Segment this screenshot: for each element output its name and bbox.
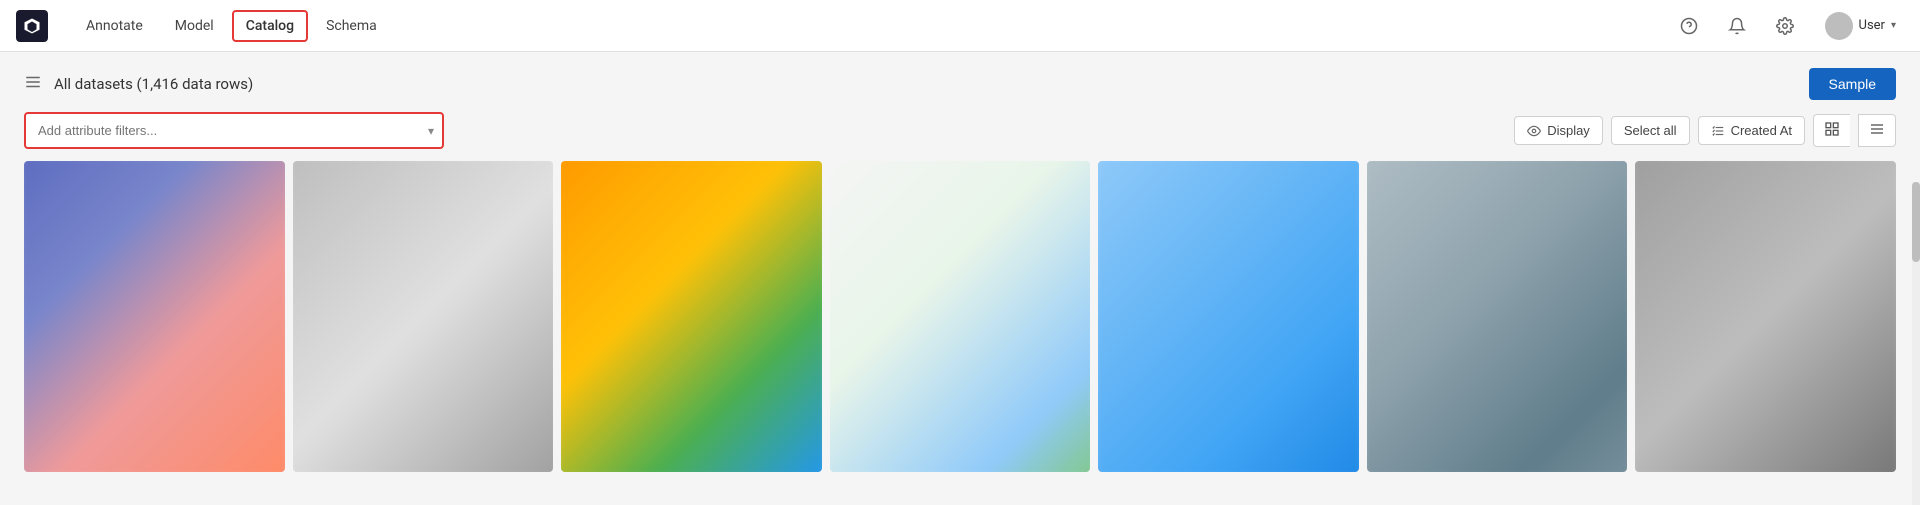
list-icon <box>1869 121 1885 137</box>
nav-annotate[interactable]: Annotate <box>72 10 157 42</box>
nav-links: Annotate Model Catalog Schema <box>72 10 1673 42</box>
list-item[interactable] <box>1098 161 1359 472</box>
created-at-button[interactable]: Created At <box>1698 116 1805 145</box>
sort-icon <box>1711 124 1725 138</box>
list-item[interactable] <box>830 161 1091 472</box>
header-left: All datasets (1,416 data rows) <box>24 73 253 95</box>
nav-schema[interactable]: Schema <box>312 10 391 42</box>
nav-catalog[interactable]: Catalog <box>232 10 308 42</box>
grid-icon <box>1824 121 1840 137</box>
chevron-down-icon: ▾ <box>1891 20 1896 31</box>
filter-row: ▾ Display Select all <box>24 112 1896 149</box>
eye-icon <box>1527 124 1541 138</box>
created-at-label: Created At <box>1731 123 1792 138</box>
view-list-button[interactable] <box>1858 114 1896 147</box>
list-item[interactable] <box>1635 161 1896 472</box>
select-all-button[interactable]: Select all <box>1611 116 1690 145</box>
nav-model[interactable]: Model <box>161 10 228 42</box>
view-grid-button[interactable] <box>1813 114 1850 147</box>
filter-input-wrapper: ▾ <box>24 112 444 149</box>
sample-button[interactable]: Sample <box>1809 68 1896 100</box>
filter-input[interactable] <box>24 112 444 149</box>
content-header: All datasets (1,416 data rows) Sample <box>24 68 1896 100</box>
page-title: All datasets (1,416 data rows) <box>54 75 253 93</box>
image-grid <box>24 161 1896 472</box>
list-item[interactable] <box>1367 161 1628 472</box>
user-name: User <box>1859 18 1885 33</box>
list-item[interactable] <box>24 161 285 472</box>
avatar <box>1825 12 1853 40</box>
user-menu[interactable]: User ▾ <box>1817 8 1904 44</box>
navbar: Annotate Model Catalog Schema <box>0 0 1920 52</box>
scrollbar[interactable] <box>1912 182 1920 505</box>
list-item[interactable] <box>293 161 554 472</box>
menu-icon[interactable] <box>24 73 42 95</box>
app-logo[interactable] <box>16 10 48 42</box>
toolbar-right: Display Select all Created At <box>1514 114 1896 147</box>
help-icon[interactable] <box>1673 10 1705 42</box>
notifications-icon[interactable] <box>1721 10 1753 42</box>
settings-icon[interactable] <box>1769 10 1801 42</box>
list-item[interactable] <box>561 161 822 472</box>
main-content: All datasets (1,416 data rows) Sample ▾ … <box>0 52 1920 505</box>
navbar-right: User ▾ <box>1673 8 1904 44</box>
display-button[interactable]: Display <box>1514 116 1603 145</box>
scrollbar-thumb[interactable] <box>1912 182 1920 262</box>
display-label: Display <box>1547 123 1590 138</box>
